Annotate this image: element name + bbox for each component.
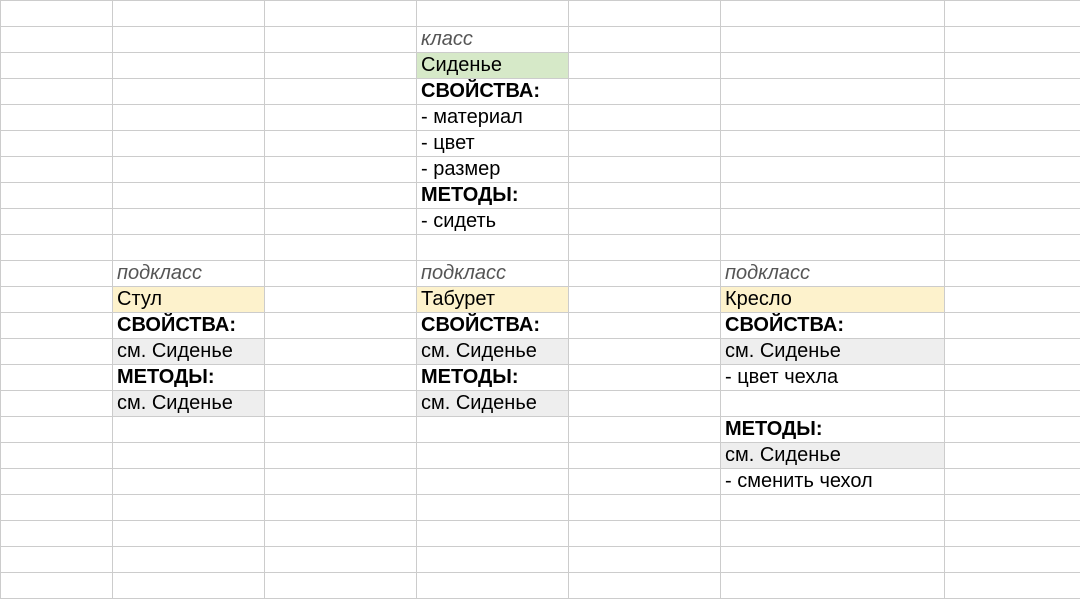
stool-see-methods: см. Сиденье	[417, 391, 569, 417]
armchair-extra-method: - сменить чехол	[721, 469, 945, 495]
stool-methods-header: МЕТОДЫ:	[417, 365, 569, 391]
chair-see-props: см. Сиденье	[113, 339, 265, 365]
armchair-extra-prop: - цвет чехла	[721, 365, 945, 391]
subclass-stool-name: Табурет	[417, 287, 569, 313]
chair-methods-header: МЕТОДЫ:	[113, 365, 265, 391]
class-label: класс	[417, 27, 569, 53]
stool-props-header: СВОЙСТВА:	[417, 313, 569, 339]
base-method: - сидеть	[417, 209, 569, 235]
armchair-props-header: СВОЙСТВА:	[721, 313, 945, 339]
armchair-see-methods: см. Сиденье	[721, 443, 945, 469]
base-prop: - материал	[417, 105, 569, 131]
armchair-methods-header: МЕТОДЫ:	[721, 417, 945, 443]
chair-see-methods: см. Сиденье	[113, 391, 265, 417]
spreadsheet-grid[interactable]: класс Сиденье СВОЙСТВА: - материал - цве…	[0, 0, 1080, 599]
armchair-see-props: см. Сиденье	[721, 339, 945, 365]
subclass-armchair-name: Кресло	[721, 287, 945, 313]
base-methods-header: МЕТОДЫ:	[417, 183, 569, 209]
subclass-label: подкласс	[721, 261, 945, 287]
chair-props-header: СВОЙСТВА:	[113, 313, 265, 339]
subclass-label: подкласс	[417, 261, 569, 287]
base-class-name: Сиденье	[417, 53, 569, 79]
stool-see-props: см. Сиденье	[417, 339, 569, 365]
base-props-header: СВОЙСТВА:	[417, 79, 569, 105]
subclass-chair-name: Стул	[113, 287, 265, 313]
base-prop: - размер	[417, 157, 569, 183]
base-prop: - цвет	[417, 131, 569, 157]
subclass-label: подкласс	[113, 261, 265, 287]
